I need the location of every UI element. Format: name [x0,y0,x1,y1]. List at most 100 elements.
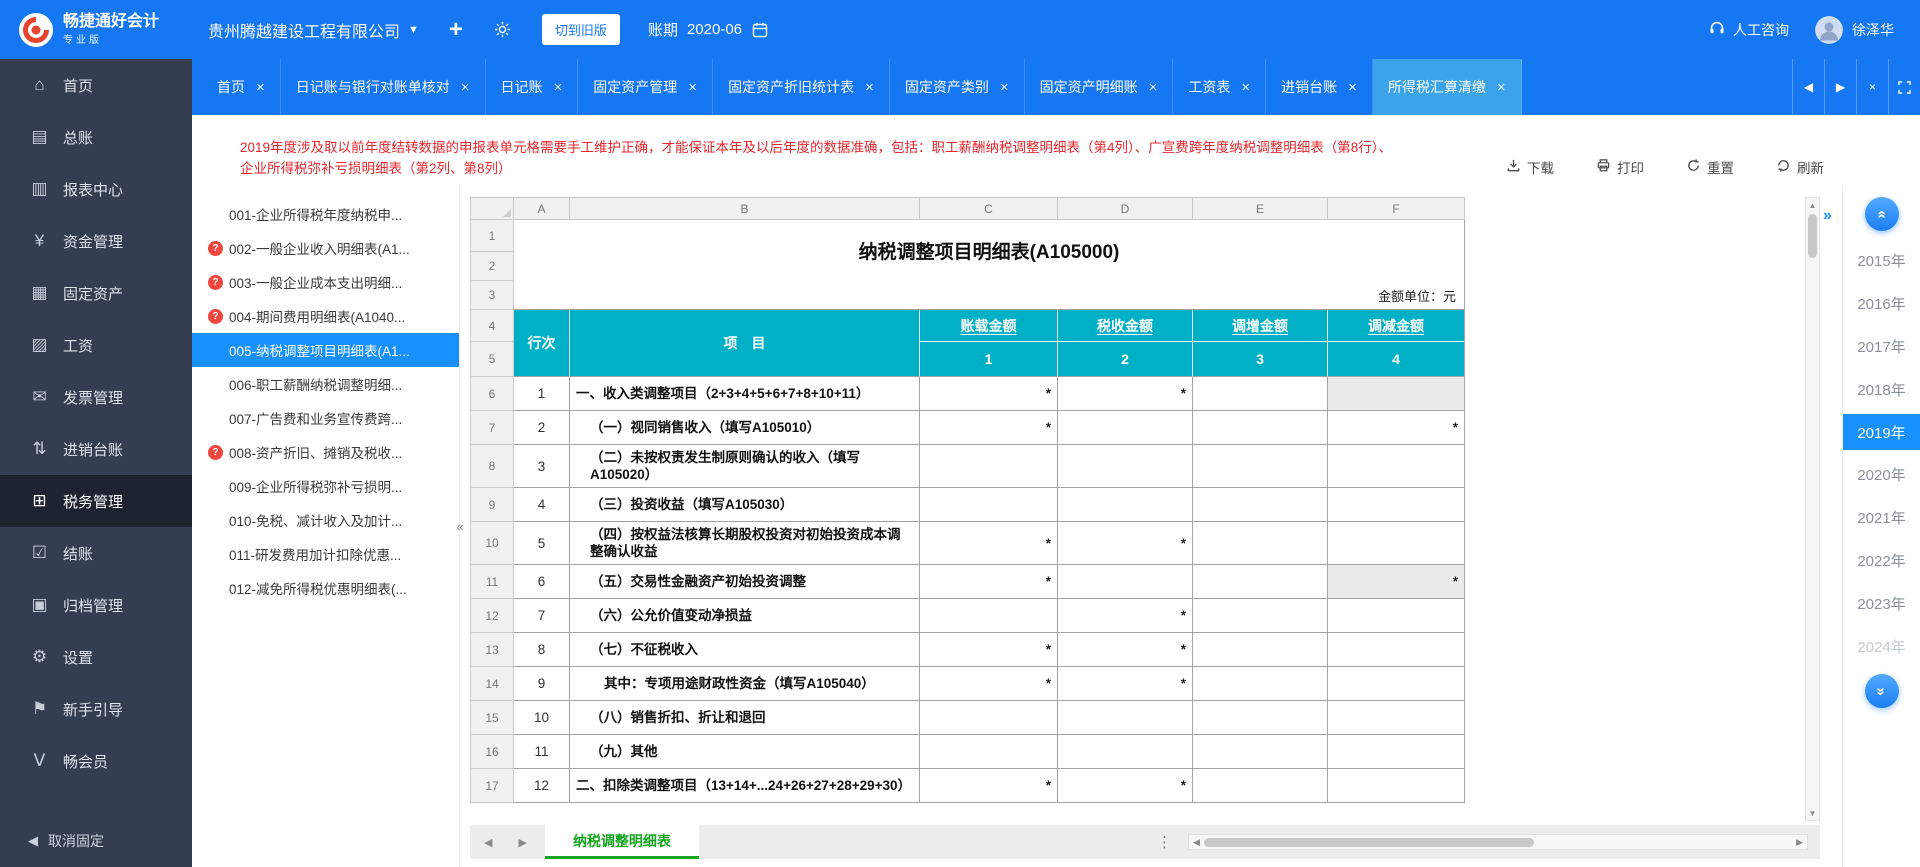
year-item-2019年[interactable]: 2019年 [1843,414,1920,450]
tab-7[interactable]: 固定资产明细账 × [1025,59,1174,115]
scroll-right-icon[interactable]: ▶ [1792,837,1807,848]
sidebar-item-2[interactable]: ▤ 总账 [0,111,192,163]
sidebar-item-9[interactable]: ⊞ 税务管理 [0,475,192,527]
cell-C15[interactable] [920,701,1058,735]
print-button[interactable]: 打印 [1596,157,1644,177]
cell-D7[interactable] [1058,411,1193,445]
tab-2[interactable]: 日记账与银行对账单核对 × [281,59,486,115]
cell-C8[interactable] [920,445,1058,488]
scroll-up-icon[interactable]: ▲ [1809,198,1817,212]
vertical-scrollbar[interactable]: ▲ ▼ [1805,197,1820,821]
cell-F14[interactable] [1328,667,1465,701]
cell-D16[interactable] [1058,735,1193,769]
period-value[interactable]: 2020-06 [687,21,742,38]
cell-line-8[interactable]: 8 [514,633,570,667]
collapse-panel-icon[interactable]: « [452,506,468,546]
cell-item-12[interactable]: 二、扣除类调整项目（13+14+...24+26+27+28+29+30） [570,769,920,803]
cell-F10[interactable] [1328,522,1465,565]
close-button[interactable]: × [1856,59,1888,115]
cell-D11[interactable] [1058,565,1193,599]
row-header-3[interactable]: 3 [471,281,514,310]
row-header-17[interactable]: 17 [471,769,514,803]
cell-F11[interactable]: * [1328,565,1465,599]
cell-item-1[interactable]: 一、收入类调整项目（2+3+4+5+6+7+8+10+11） [570,377,920,411]
cell-E7[interactable] [1193,411,1328,445]
tab-6[interactable]: 固定资产类别 × [890,59,1025,115]
cell-E6[interactable] [1193,377,1328,411]
tab-close-icon[interactable]: × [1149,79,1158,96]
avatar[interactable] [1815,15,1843,44]
row-header-5[interactable]: 5 [471,342,514,377]
report-list-item-3[interactable]: ? 003-一般企业成本支出明细... [192,265,459,299]
scroll-years-up-button[interactable]: » [1864,197,1899,231]
support-button[interactable]: 人工咨询 [1708,19,1789,40]
cell-E8[interactable] [1193,445,1328,488]
tab-close-icon[interactable]: × [1000,79,1009,96]
switch-old-version-button[interactable]: 切到旧版 [541,14,620,45]
cell-E17[interactable] [1193,769,1328,803]
cell-line-3[interactable]: 3 [514,445,570,488]
sidebar-item-14[interactable]: Ⅴ 畅会员 [0,735,192,787]
cell-line-5[interactable]: 5 [514,522,570,565]
refresh-button[interactable]: 刷新 [1776,157,1824,177]
column-header-F[interactable]: F [1328,198,1465,220]
cell-E15[interactable] [1193,701,1328,735]
cell-F17[interactable] [1328,769,1465,803]
cell-line-9[interactable]: 9 [514,667,570,701]
row-header-7[interactable]: 7 [471,411,514,445]
tab-close-icon[interactable]: × [1241,79,1250,96]
cell-item-9[interactable]: 其中：专项用途财政性资金（填写A105040） [570,667,920,701]
gear-icon[interactable] [493,20,512,39]
cell-item-10[interactable]: （八）销售折扣、折让和退回 [570,701,920,735]
tab-3[interactable]: 日记账 × [486,59,579,115]
cell-D12[interactable]: * [1058,599,1193,633]
sidebar-item-4[interactable]: ¥ 资金管理 [0,215,192,267]
cell-D13[interactable]: * [1058,633,1193,667]
cell-item-2[interactable]: （一）视同销售收入（填写A105010） [570,411,920,445]
column-header-A[interactable]: A [514,198,570,220]
sidebar-item-13[interactable]: ⚑ 新手引导 [0,683,192,735]
report-list-item-5[interactable]: 005-纳税调整项目明细表(A1... [192,333,459,367]
sidebar-item-7[interactable]: ✉ 发票管理 [0,371,192,423]
sidebar-item-8[interactable]: ⇅ 进销台账 [0,423,192,475]
row-header-8[interactable]: 8 [471,445,514,488]
cell-D10[interactable]: * [1058,522,1193,565]
cell-C14[interactable]: * [920,667,1058,701]
cell-item-6[interactable]: （五）交易性金融资产初始投资调整 [570,565,920,599]
cell-C16[interactable] [920,735,1058,769]
report-list-item-7[interactable]: 007-广告费和业务宣传费跨... [192,401,459,435]
cell-D6[interactable]: * [1058,377,1193,411]
cell-C7[interactable]: * [920,411,1058,445]
cell-F16[interactable] [1328,735,1465,769]
tab-close-icon[interactable]: × [256,79,265,96]
cell-line-11[interactable]: 11 [514,735,570,769]
year-item-2022年[interactable]: 2022年 [1843,539,1920,582]
cell-F8[interactable] [1328,445,1465,488]
prev-tab-button[interactable]: ◀ [1792,59,1824,115]
cell-D9[interactable] [1058,488,1193,522]
row-header-10[interactable]: 10 [471,522,514,565]
cell-line-6[interactable]: 6 [514,565,570,599]
report-list-item-9[interactable]: 009-企业所得税弥补亏损明... [192,469,459,503]
column-header-B[interactable]: B [570,198,920,220]
download-button[interactable]: 下载 [1506,157,1554,177]
report-list-item-1[interactable]: 001-企业所得税年度纳税申... [192,197,459,231]
row-header-13[interactable]: 13 [471,633,514,667]
cell-E11[interactable] [1193,565,1328,599]
horizontal-scroll-thumb[interactable] [1203,837,1534,847]
unpin-sidebar-button[interactable]: ◀ 取消固定 [0,821,192,861]
year-item-2021年[interactable]: 2021年 [1843,496,1920,539]
row-header-16[interactable]: 16 [471,735,514,769]
tab-close-icon[interactable]: × [1497,79,1506,96]
cell-E14[interactable] [1193,667,1328,701]
tab-close-icon[interactable]: × [865,79,874,96]
tab-1[interactable]: 首页 × [202,59,281,115]
report-list-item-10[interactable]: 010-免税、减计收入及加计... [192,503,459,537]
report-list-item-11[interactable]: 011-研发费用加计扣除优惠... [192,537,459,571]
year-item-2015年[interactable]: 2015年 [1843,239,1920,282]
year-item-2024年[interactable]: 2024年 [1843,625,1920,668]
horizontal-scrollbar[interactable]: ◀ ▶ [1188,834,1808,850]
cell-F7[interactable]: * [1328,411,1465,445]
tab-10[interactable]: 所得税汇算清缴 × [1372,59,1522,115]
tab-4[interactable]: 固定资产管理 × [578,59,714,115]
